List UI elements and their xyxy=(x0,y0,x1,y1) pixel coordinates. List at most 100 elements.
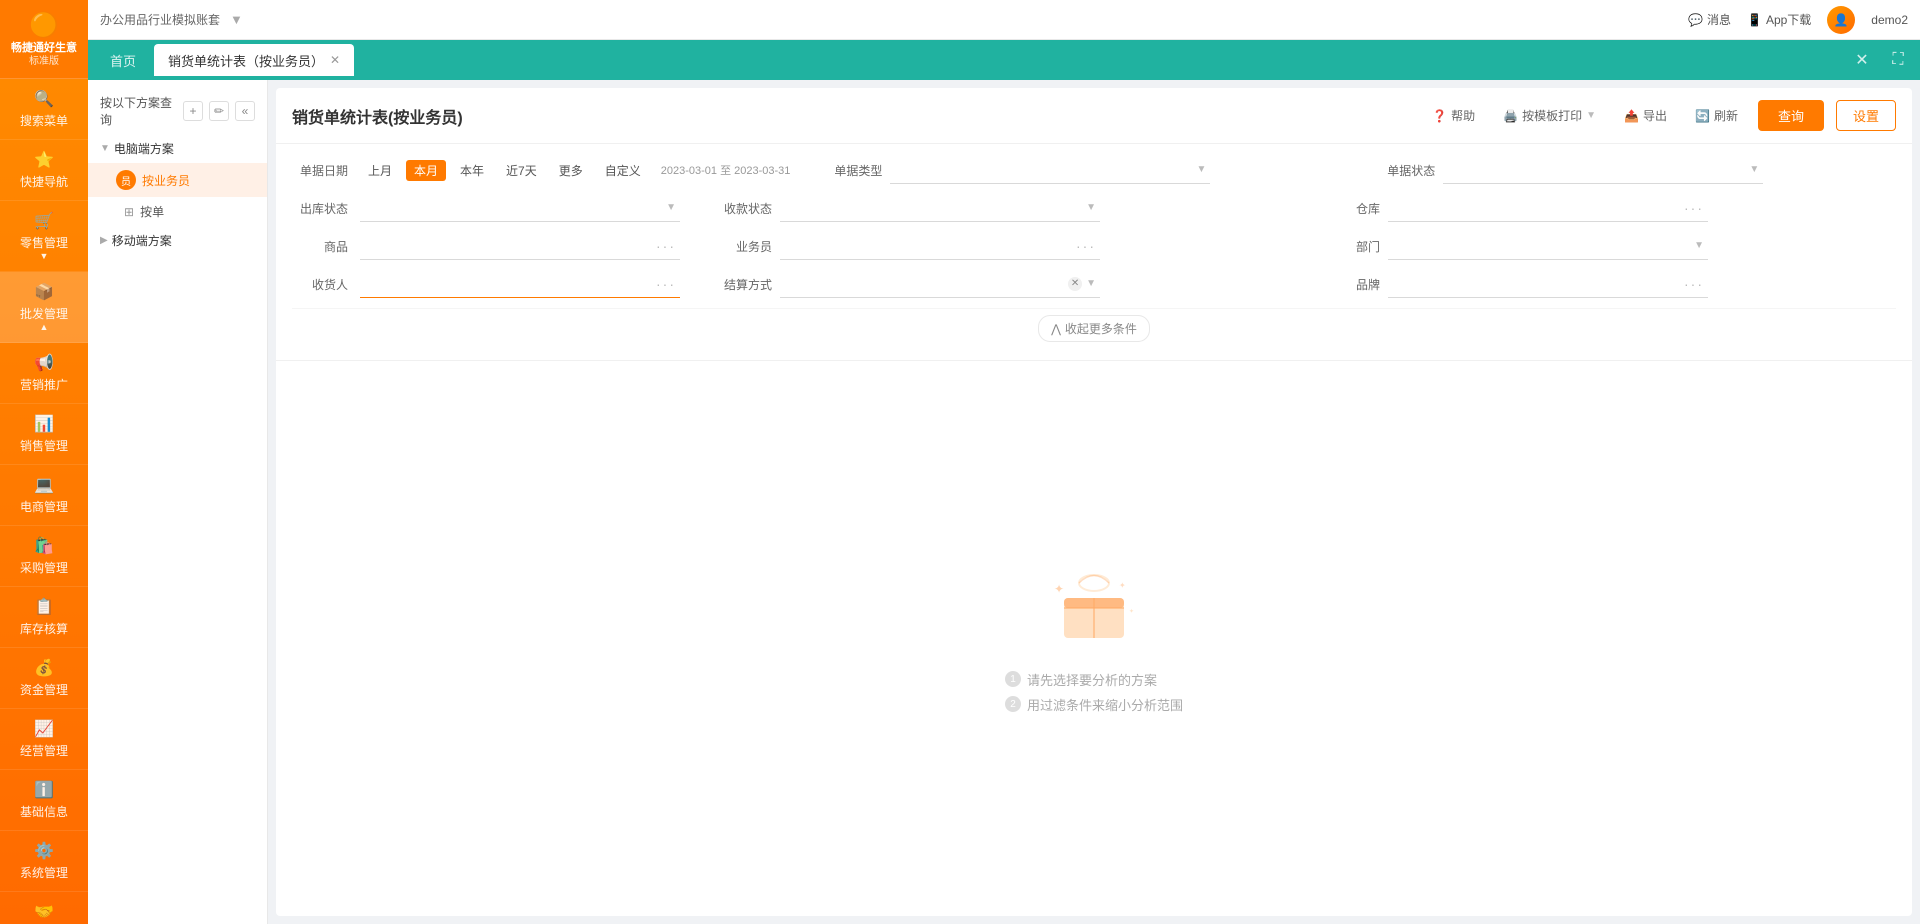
date-btn-last-month[interactable]: 上月 xyxy=(360,160,400,181)
settlement-clear-btn[interactable]: ✕ xyxy=(1068,277,1082,291)
scheme-group-desktop: ▼ 电脑端方案 员 按业务员 ⊞ 按单 xyxy=(88,134,267,226)
receipt-status-control[interactable]: ▼ xyxy=(780,194,1100,222)
sidebar-item-ecommerce[interactable]: 💻 电商管理 xyxy=(0,465,88,526)
scheme-label-by-order: 按单 xyxy=(140,203,164,220)
collapse-row: ⋀ 收起更多条件 xyxy=(292,308,1896,348)
add-scheme-btn[interactable]: + xyxy=(183,101,203,121)
download-icon: 📱 xyxy=(1747,13,1762,27)
sidebar-item-wholesale[interactable]: 📦 批发管理 ▲ xyxy=(0,272,88,343)
filter-row-2: 出库状态 ▼ 收款状态 ▼ 仓库 xyxy=(292,194,1896,222)
refresh-icon: 🔄 xyxy=(1695,109,1710,123)
help-btn[interactable]: ❓ 帮助 xyxy=(1424,103,1483,128)
consignee-control[interactable]: ··· xyxy=(360,270,680,298)
collapse-filters-btn[interactable]: ⋀ 收起更多条件 xyxy=(1038,315,1150,342)
doc-status-arrow: ▼ xyxy=(1749,164,1759,175)
date-btn-this-month[interactable]: 本月 xyxy=(406,160,446,181)
out-status-control[interactable]: ▼ xyxy=(360,194,680,222)
tab-maximize-btn[interactable]: ⛶ xyxy=(1884,46,1912,74)
date-btn-this-year[interactable]: 本年 xyxy=(452,160,492,181)
export-btn[interactable]: 📤 导出 xyxy=(1616,103,1675,128)
collab-icon: 🤝 xyxy=(4,902,84,922)
empty-tip-1: 1 请先选择要分析的方案 xyxy=(1005,670,1183,689)
filter-row-4: 收货人 ··· 结算方式 ✕ ▼ 品牌 xyxy=(292,270,1896,298)
tab-close-icon[interactable]: ✕ xyxy=(330,53,340,67)
message-action[interactable]: 💬 消息 xyxy=(1688,11,1731,28)
collapse-panel-btn[interactable]: « xyxy=(235,101,255,121)
tab-sales-stats[interactable]: 销货单统计表（按业务员） ✕ xyxy=(154,44,354,76)
scheme-group-mobile-label: 移动端方案 xyxy=(112,232,172,249)
collapse-label: 收起更多条件 xyxy=(1065,320,1137,337)
operation-icon: 📈 xyxy=(4,719,84,739)
date-btn-7days[interactable]: 近7天 xyxy=(498,160,545,181)
sidebar-item-system[interactable]: ⚙️ 系统管理 xyxy=(0,831,88,892)
right-panel: 销货单统计表(按业务员) ❓ 帮助 🖨️ 按模板打印 ▼ 📤 导出 xyxy=(276,88,1912,916)
tip-num-1: 1 xyxy=(1005,671,1021,687)
sidebar-item-retail[interactable]: 🛒 零售管理 ▼ xyxy=(0,201,88,272)
date-btn-custom[interactable]: 自定义 xyxy=(597,160,649,181)
scheme-group-mobile-header[interactable]: ▶ 移动端方案 xyxy=(88,226,267,255)
refresh-btn[interactable]: 🔄 刷新 xyxy=(1687,103,1746,128)
scheme-item-by-salesperson[interactable]: 员 按业务员 xyxy=(88,163,267,197)
sidebar-item-search[interactable]: 🔍 搜索菜单 xyxy=(0,79,88,140)
goods-control[interactable]: ··· xyxy=(360,232,680,260)
warehouse-control[interactable]: ··· xyxy=(1388,194,1708,222)
header-actions: ❓ 帮助 🖨️ 按模板打印 ▼ 📤 导出 🔄 刷新 xyxy=(1424,100,1896,131)
print-btn[interactable]: 🖨️ 按模板打印 ▼ xyxy=(1495,103,1604,128)
sidebar-item-sales[interactable]: 📊 销售管理 xyxy=(0,404,88,465)
workspace-dropdown-icon[interactable]: ▼ xyxy=(230,12,243,27)
doc-status-control[interactable]: ▼ xyxy=(1443,156,1763,184)
svg-text:✦: ✦ xyxy=(1129,608,1134,615)
sidebar-item-finance[interactable]: 💰 资金管理 xyxy=(0,648,88,709)
scheme-group-desktop-label: 电脑端方案 xyxy=(114,140,174,157)
box-icon: 📦 xyxy=(4,282,84,302)
scheme-sub-item-by-order[interactable]: ⊞ 按单 xyxy=(88,197,267,226)
scheme-dot-salesperson: 员 xyxy=(116,170,136,190)
tab-close-btn[interactable]: ✕ xyxy=(1848,46,1876,74)
help-label: 帮助 xyxy=(1451,107,1475,124)
user-avatar[interactable]: 👤 xyxy=(1827,6,1855,34)
department-control[interactable]: ▼ xyxy=(1388,232,1708,260)
goods-label: 商品 xyxy=(292,238,348,255)
sidebar-item-marketing[interactable]: 📢 营销推广 xyxy=(0,343,88,404)
sidebar-item-inventory[interactable]: 📋 库存核算 xyxy=(0,587,88,648)
date-btn-more[interactable]: 更多 xyxy=(551,160,591,181)
sidebar-label-sales: 销售管理 xyxy=(20,439,68,453)
consignee-label: 收货人 xyxy=(292,276,348,293)
query-button[interactable]: 查询 xyxy=(1758,100,1824,131)
app-download-action[interactable]: 📱 App下载 xyxy=(1747,11,1811,28)
tab-sales-stats-label: 销货单统计表（按业务员） xyxy=(168,51,324,70)
sidebar-label-quick-nav: 快捷导航 xyxy=(20,175,68,189)
sales-icon: 📊 xyxy=(4,414,84,434)
sidebar-item-basic[interactable]: ℹ️ 基础信息 xyxy=(0,770,88,831)
edit-scheme-btn[interactable]: ✏ xyxy=(209,101,229,121)
settings-button[interactable]: 设置 xyxy=(1836,100,1896,131)
goods-dots: ··· xyxy=(656,238,676,254)
tab-home-label: 首页 xyxy=(110,51,136,70)
department-label: 部门 xyxy=(1324,238,1380,255)
logo-icon: 🟠 xyxy=(6,10,82,41)
scheme-group-desktop-header[interactable]: ▼ 电脑端方案 xyxy=(88,134,267,163)
warehouse-label: 仓库 xyxy=(1324,200,1380,217)
settings-label: 设置 xyxy=(1853,109,1879,124)
settlement-control[interactable]: ✕ ▼ xyxy=(780,270,1100,298)
svg-text:✦: ✦ xyxy=(1054,582,1064,596)
brand-dots: ··· xyxy=(1684,276,1704,292)
date-label: 单据日期 xyxy=(292,162,348,179)
tab-home[interactable]: 首页 xyxy=(96,44,150,76)
sidebar-item-corp-collab[interactable]: 🤝 企业协同 xyxy=(0,892,88,924)
tabbar: 首页 销货单统计表（按业务员） ✕ ✕ ⛶ xyxy=(88,40,1920,80)
app-download-label: App下载 xyxy=(1766,11,1811,28)
user-name[interactable]: demo2 xyxy=(1871,13,1908,27)
sidebar-item-operation[interactable]: 📈 经营管理 xyxy=(0,709,88,770)
sidebar-label-marketing: 营销推广 xyxy=(20,378,68,392)
sidebar-item-purchase[interactable]: 🛍️ 采购管理 xyxy=(0,526,88,587)
salesperson-control[interactable]: ··· xyxy=(780,232,1100,260)
add-icon: + xyxy=(189,104,196,118)
doc-type-control[interactable]: ▼ xyxy=(890,156,1210,184)
left-panel: 按以下方案查询 + ✏ « ▼ 电脑端方案 xyxy=(88,80,268,924)
left-panel-title: 按以下方案查询 xyxy=(100,94,177,128)
sidebar-label-search: 搜索菜单 xyxy=(20,114,68,128)
topbar-actions: 💬 消息 📱 App下载 👤 demo2 xyxy=(1688,6,1908,34)
brand-control[interactable]: ··· xyxy=(1388,270,1708,298)
sidebar-item-quick-nav[interactable]: ⭐ 快捷导航 xyxy=(0,140,88,201)
